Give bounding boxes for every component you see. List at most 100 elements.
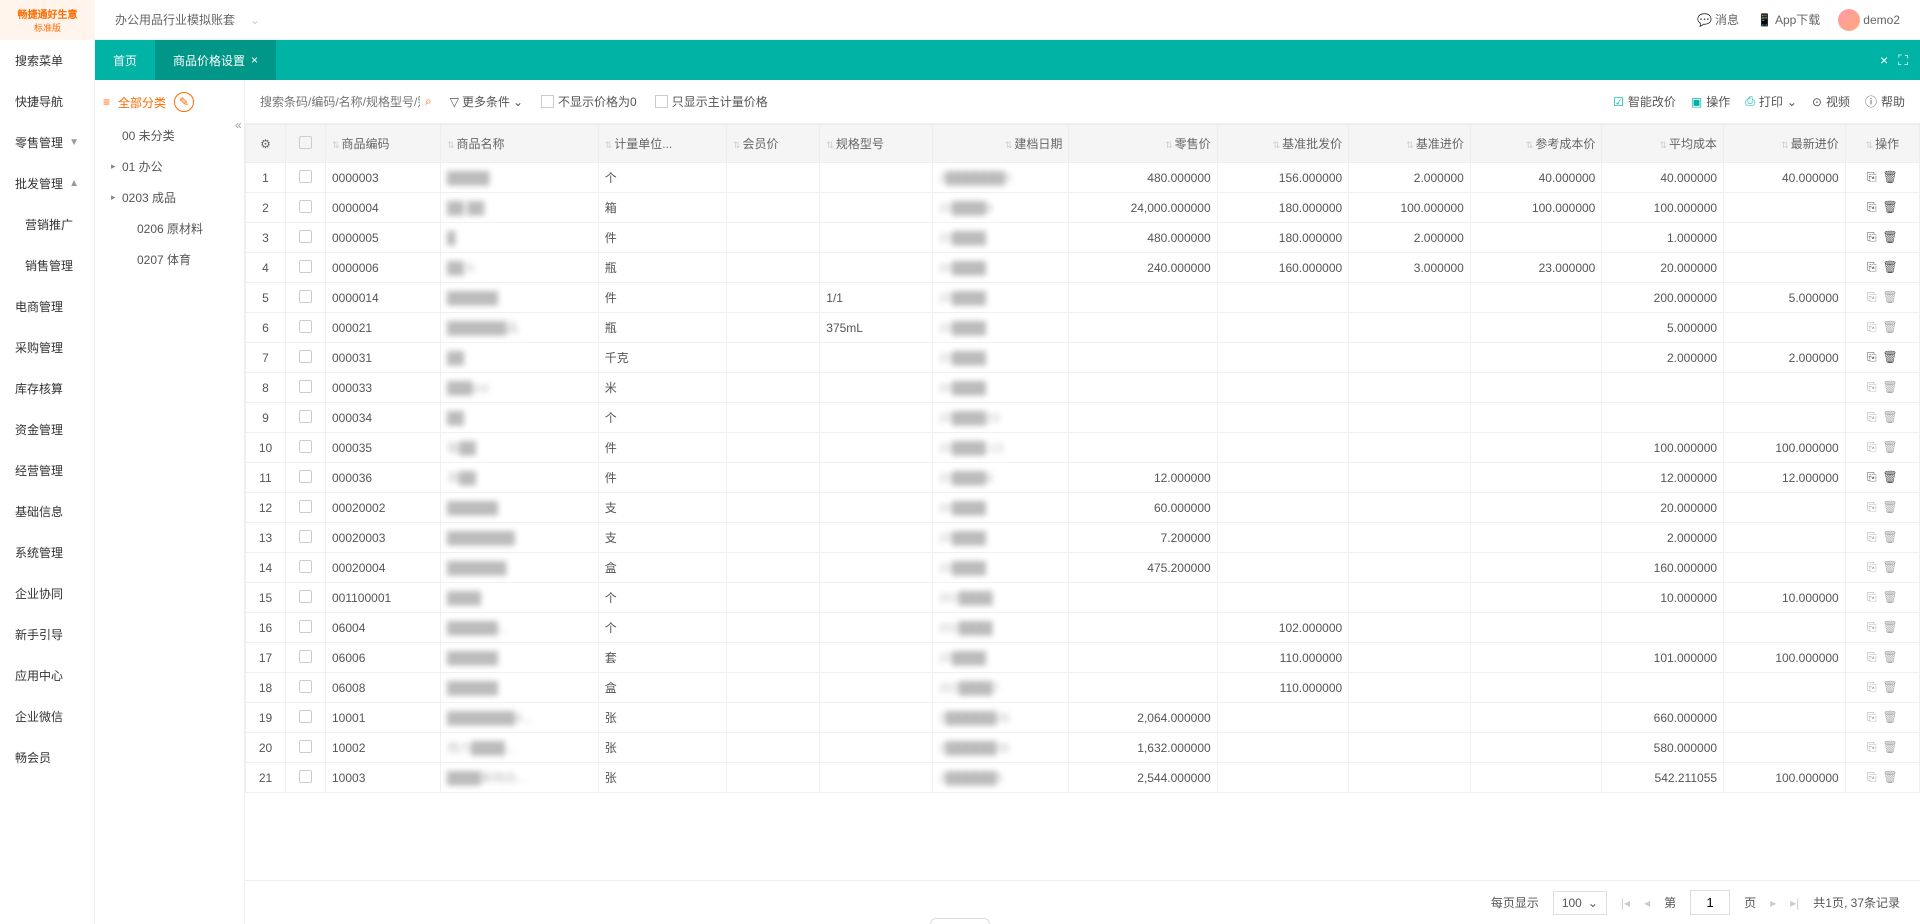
table-row[interactable]: 12 00020002 ██████ 支 20████ 60.000000 20… (246, 493, 1920, 523)
table-row[interactable]: 20 10002 扬力████... 张 2██████05 1,632.000… (246, 733, 1920, 763)
col-header[interactable]: ⇅计量单位... (598, 125, 726, 163)
nav-item[interactable]: 零售管理▼ (0, 122, 94, 163)
tree-node[interactable]: 00 未分类 (103, 120, 236, 151)
close-all-icon[interactable]: × (1880, 52, 1888, 69)
delete-icon[interactable]: 🗑 (1883, 230, 1898, 245)
copy-icon[interactable]: ⎘ (1867, 440, 1877, 455)
row-checkbox[interactable] (286, 613, 326, 643)
delete-icon[interactable]: 🗑 (1883, 260, 1898, 275)
tab-price-settings[interactable]: 商品价格设置 × (155, 40, 276, 80)
delete-icon[interactable]: 🗑 (1883, 320, 1898, 335)
tree-node[interactable]: ▸0203 成品 (103, 182, 236, 213)
copy-icon[interactable]: ⎘ (1867, 650, 1877, 665)
col-header[interactable]: ⇅基准批发价 (1217, 125, 1349, 163)
video-button[interactable]: ⊙ 视频 (1812, 93, 1850, 110)
only-main-checkbox[interactable]: 只显示主计量价格 (655, 93, 768, 110)
delete-icon[interactable]: 🗑 (1883, 710, 1898, 725)
table-row[interactable]: 16 06004 ██████... 个 202████ 102.000000 … (246, 613, 1920, 643)
nav-item[interactable]: 企业协同 (0, 573, 94, 614)
message-button[interactable]: 💬 消息 (1697, 11, 1739, 28)
copy-icon[interactable]: ⎘ (1867, 350, 1877, 365)
copy-icon[interactable]: ⎘ (1867, 200, 1877, 215)
tab-home[interactable]: 首页 (95, 40, 155, 80)
table-row[interactable]: 9 000034 ██ 个 20████23 ⎘🗑 (246, 403, 1920, 433)
copy-icon[interactable]: ⎘ (1867, 740, 1877, 755)
edit-icon[interactable]: ✎ (174, 92, 194, 112)
first-page-icon[interactable]: |◂ (1621, 896, 1630, 910)
col-header[interactable]: ⇅会员价 (727, 125, 820, 163)
table-row[interactable]: 6 000021 ███████品 瓶 375mL 20████ 5.00000… (246, 313, 1920, 343)
row-checkbox[interactable] (286, 733, 326, 763)
col-settings[interactable]: ⚙ (246, 125, 286, 163)
company-selector[interactable]: 办公用品行业模拟账套 ⌄ (95, 11, 280, 28)
copy-icon[interactable]: ⎘ (1867, 560, 1877, 575)
copy-icon[interactable]: ⎘ (1867, 680, 1877, 695)
more-filter-button[interactable]: ▽ 更多条件 ⌄ (450, 93, 523, 110)
row-checkbox[interactable] (286, 193, 326, 223)
collapse-icon[interactable]: « (235, 118, 242, 132)
table-row[interactable]: 18 06008 ██████ 盒 202████7 110.000000 ⎘🗑 (246, 673, 1920, 703)
col-header[interactable]: ⇅零售价 (1069, 125, 1217, 163)
nav-item[interactable]: 应用中心 (0, 655, 94, 696)
copy-icon[interactable]: ⎘ (1867, 530, 1877, 545)
last-page-icon[interactable]: ▸| (1790, 896, 1799, 910)
row-checkbox[interactable] (286, 283, 326, 313)
row-checkbox[interactable] (286, 253, 326, 283)
table-row[interactable]: 21 10003 ████新特办... 张 2██████5 2,544.000… (246, 763, 1920, 793)
tree-node[interactable]: ▸01 办公 (103, 151, 236, 182)
page-size-select[interactable]: 100 ⌄ (1553, 891, 1607, 915)
row-checkbox[interactable] (286, 643, 326, 673)
app-download-button[interactable]: 📱 App下载 (1757, 11, 1820, 28)
nav-item[interactable]: 畅会员 (0, 737, 94, 778)
delete-icon[interactable]: 🗑 (1883, 650, 1898, 665)
col-header[interactable]: ⇅操作 (1845, 125, 1919, 163)
copy-icon[interactable]: ⎘ (1867, 500, 1877, 515)
nav-item[interactable]: 快捷导航 (0, 81, 94, 122)
user-menu[interactable]: demo2 (1838, 9, 1900, 31)
copy-icon[interactable]: ⎘ (1867, 260, 1877, 275)
row-checkbox[interactable] (286, 223, 326, 253)
delete-icon[interactable]: 🗑 (1883, 590, 1898, 605)
delete-icon[interactable]: 🗑 (1883, 620, 1898, 635)
col-header[interactable]: ⇅基准进价 (1349, 125, 1471, 163)
delete-icon[interactable]: 🗑 (1883, 560, 1898, 575)
copy-icon[interactable]: ⎘ (1867, 230, 1877, 245)
delete-icon[interactable]: 🗑 (1883, 170, 1898, 185)
prev-page-icon[interactable]: ◂ (1644, 896, 1650, 910)
col-header[interactable]: ⇅规格型号 (820, 125, 932, 163)
copy-icon[interactable]: ⎘ (1867, 590, 1877, 605)
table-row[interactable]: 4 0000006 ██ K 瓶 20████ 240.000000 160.0… (246, 253, 1920, 283)
resize-handle[interactable] (930, 918, 990, 924)
help-button[interactable]: ⓘ 帮助 (1865, 93, 1905, 110)
page-input[interactable] (1690, 890, 1730, 915)
table-row[interactable]: 19 10001 ████████A... 张 2██████05 2,064.… (246, 703, 1920, 733)
delete-icon[interactable]: 🗑 (1883, 770, 1898, 785)
next-page-icon[interactable]: ▸ (1770, 896, 1776, 910)
table-row[interactable]: 7 000031 ██ 千克 20████ 2.000000 2.000000 … (246, 343, 1920, 373)
search-icon[interactable]: ⌕ (425, 94, 432, 109)
nav-item[interactable]: 新手引导 (0, 614, 94, 655)
nav-item[interactable]: 采购管理 (0, 327, 94, 368)
nav-item[interactable]: 基础信息 (0, 491, 94, 532)
nav-item[interactable]: 库存核算 (0, 368, 94, 409)
nav-item[interactable]: 经营管理 (0, 450, 94, 491)
table-row[interactable]: 2 0000004 ██ ██ 箱 20████8 24,000.000000 … (246, 193, 1920, 223)
nav-item[interactable]: 批发管理▲ (0, 163, 94, 204)
table-row[interactable]: 11 000036 测██ 件 20████8 12.000000 12.000… (246, 463, 1920, 493)
copy-icon[interactable]: ⎘ (1867, 290, 1877, 305)
row-checkbox[interactable] (286, 493, 326, 523)
print-button[interactable]: ⎙ 打印 ⌄ (1745, 93, 1797, 110)
smart-price-button[interactable]: ☑ 智能改价 (1613, 93, 1676, 110)
col-header[interactable]: ⇅建档日期 (932, 125, 1069, 163)
hide-zero-checkbox[interactable]: 不显示价格为0 (541, 93, 637, 110)
delete-icon[interactable]: 🗑 (1883, 500, 1898, 515)
search-input[interactable] (260, 95, 420, 109)
copy-icon[interactable]: ⎘ (1867, 320, 1877, 335)
copy-icon[interactable]: ⎘ (1867, 410, 1877, 425)
nav-item[interactable]: 资金管理 (0, 409, 94, 450)
tree-node[interactable]: 0207 体育 (103, 244, 236, 275)
nav-item[interactable]: 企业微信 (0, 696, 94, 737)
copy-icon[interactable]: ⎘ (1867, 380, 1877, 395)
table-row[interactable]: 13 00020003 ████████ 支 20████ 7.200000 2… (246, 523, 1920, 553)
col-check[interactable] (286, 125, 326, 163)
